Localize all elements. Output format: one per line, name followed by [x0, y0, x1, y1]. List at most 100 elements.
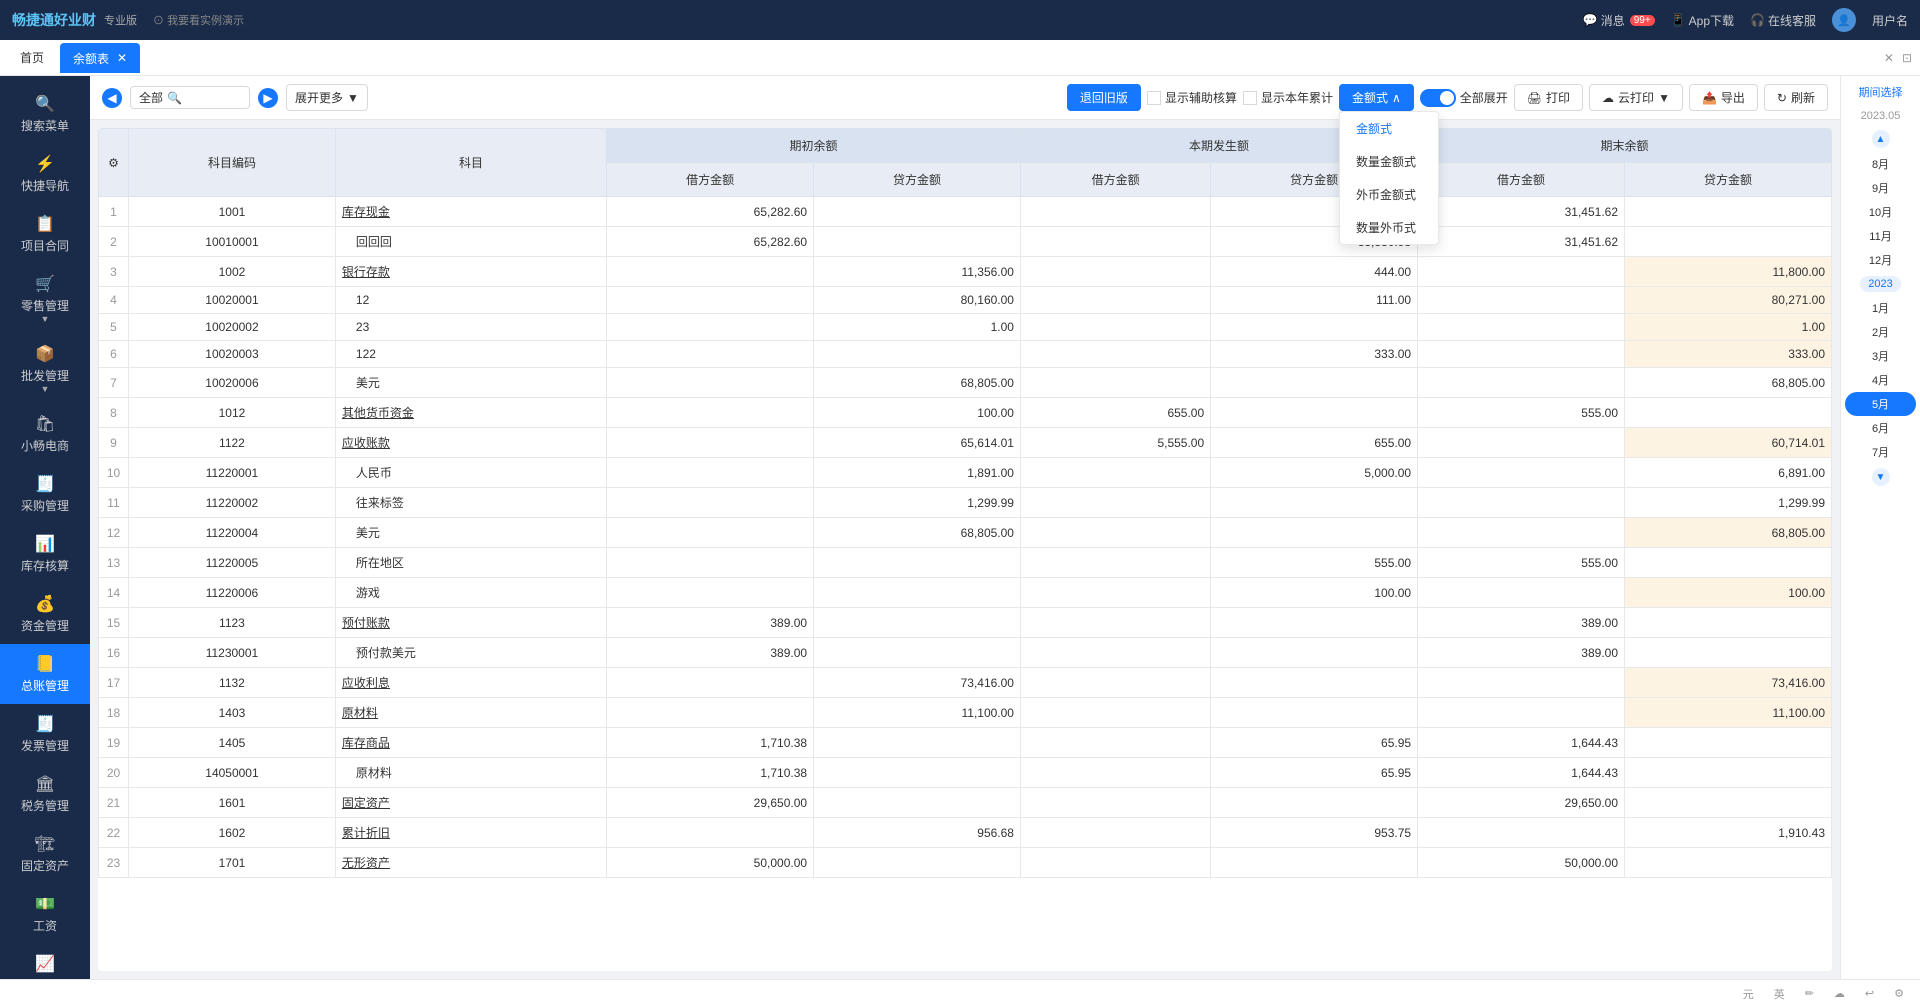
- row-name[interactable]: 库存现金: [335, 197, 606, 227]
- show-ytd-checkbox[interactable]: [1243, 91, 1257, 105]
- view-mode-item-1[interactable]: 数量金额式: [1340, 145, 1438, 178]
- view-mode-item-2[interactable]: 外币金额式: [1340, 178, 1438, 211]
- row-op-credit: [814, 728, 1021, 758]
- month-item-8[interactable]: 8月: [1845, 152, 1916, 176]
- month-item-12[interactable]: 12月: [1845, 248, 1916, 272]
- sidebar-item-fixed-assets[interactable]: 🏗 固定资产: [0, 824, 90, 884]
- row-cl-debit: 555.00: [1418, 398, 1625, 428]
- row-name[interactable]: 银行存款: [335, 257, 606, 287]
- tab-balance-sheet[interactable]: 余额表 ✕: [60, 43, 140, 73]
- tab-close-icon[interactable]: ✕: [117, 51, 127, 65]
- user-avatar[interactable]: 👤: [1832, 8, 1856, 32]
- sidebar-item-operations[interactable]: 📈 经营管理: [0, 944, 90, 979]
- month-item-10[interactable]: 10月: [1845, 200, 1916, 224]
- month-item-7[interactable]: 7月: [1845, 440, 1916, 464]
- collapse-down-btn[interactable]: ▼: [1872, 468, 1890, 486]
- row-name[interactable]: 原材料: [335, 698, 606, 728]
- row-name[interactable]: 应收账款: [335, 428, 606, 458]
- month-item-3[interactable]: 3月: [1845, 344, 1916, 368]
- month-item-11[interactable]: 11月: [1845, 224, 1916, 248]
- content-area: ◀ 全部 🔍 ▶ 展开更多 ▼ 退回旧版 显示辅助核算 显示本年累计: [90, 76, 1840, 979]
- nav-right-arrow[interactable]: ▶: [258, 88, 278, 108]
- collapse-up-btn[interactable]: ▲: [1872, 130, 1890, 148]
- month-item-2[interactable]: 2月: [1845, 320, 1916, 344]
- export-btn[interactable]: 📤 导出: [1689, 84, 1758, 111]
- tab-bar-close-icon[interactable]: ✕: [1884, 51, 1894, 65]
- sidebar-item-invoice[interactable]: 🧾 发票管理: [0, 704, 90, 764]
- row-name[interactable]: 库存商品: [335, 728, 606, 758]
- row-name: 游戏: [335, 578, 606, 608]
- print-btn[interactable]: 🖨 打印: [1514, 84, 1583, 111]
- row-number: 17: [99, 668, 129, 698]
- sidebar-item-ledger[interactable]: 📒 总账管理: [0, 644, 90, 704]
- table-row: 210010001回回回65,282.6033,830.9831,451.62: [99, 227, 1832, 257]
- refresh-btn[interactable]: ↻ 刷新: [1764, 84, 1828, 111]
- row-cl-debit: [1418, 578, 1625, 608]
- sidebar-item-fixed-assets-label: 固定资产: [0, 857, 90, 874]
- demo-link[interactable]: ⊙ 我要看实例演示: [153, 12, 244, 28]
- bottom-cloud-icon[interactable]: ☁: [1830, 985, 1849, 1002]
- sidebar-item-ledger-label: 总账管理: [0, 677, 90, 694]
- row-name[interactable]: 应收利息: [335, 668, 606, 698]
- view-mode-btn[interactable]: 金额式 ∧: [1339, 84, 1414, 111]
- tab-bar-expand-icon[interactable]: ⊡: [1902, 51, 1912, 65]
- row-code: 10020002: [129, 314, 336, 341]
- bottom-return-icon[interactable]: ↩: [1861, 985, 1878, 1002]
- sidebar-item-project[interactable]: 📋 项目合同: [0, 204, 90, 264]
- expand-more-btn[interactable]: 展开更多 ▼: [286, 84, 368, 111]
- row-name[interactable]: 预付账款: [335, 608, 606, 638]
- row-p-credit: 555.00: [1211, 548, 1418, 578]
- sidebar-item-retail[interactable]: 🛒 零售管理 ▼: [0, 264, 90, 334]
- message-btn[interactable]: 💬 消息 99+: [1583, 12, 1655, 29]
- row-p-debit: [1020, 518, 1210, 548]
- row-cl-credit: 100.00: [1625, 578, 1832, 608]
- bottom-en-icon[interactable]: 英: [1770, 984, 1789, 1004]
- nav-left-arrow[interactable]: ◀: [102, 88, 122, 108]
- cloud-print-btn[interactable]: ☁ 云打印 ▼: [1589, 84, 1683, 111]
- bottom-yuan-icon[interactable]: 元: [1739, 984, 1758, 1004]
- row-p-debit: [1020, 728, 1210, 758]
- sidebar-item-finance[interactable]: 💰 资金管理: [0, 584, 90, 644]
- row-name[interactable]: 固定资产: [335, 788, 606, 818]
- bottom-settings-icon[interactable]: ⚙: [1890, 985, 1908, 1002]
- month-item-9[interactable]: 9月: [1845, 176, 1916, 200]
- show-assist-checkbox[interactable]: [1147, 91, 1161, 105]
- bottom-edit-icon[interactable]: ✏: [1801, 985, 1818, 1002]
- app-download-btn[interactable]: 📱 App下载: [1671, 12, 1734, 29]
- row-name[interactable]: 其他货币资金: [335, 398, 606, 428]
- sidebar-item-quick-nav[interactable]: ⚡ 快捷导航: [0, 144, 90, 204]
- table-row: 221602累计折旧956.68953.751,910.43: [99, 818, 1832, 848]
- sidebar-item-ecommerce[interactable]: 🛍 小畅电商: [0, 404, 90, 464]
- expand-all-toggle[interactable]: [1420, 89, 1456, 107]
- sidebar-item-search[interactable]: 🔍 搜索菜单: [0, 84, 90, 144]
- row-op-credit: 11,356.00: [814, 257, 1021, 287]
- view-mode-item-0[interactable]: 金额式: [1340, 112, 1438, 145]
- row-name[interactable]: 累计折旧: [335, 818, 606, 848]
- sidebar-item-purchase[interactable]: 🧾 采购管理: [0, 464, 90, 524]
- row-name: 预付款美元: [335, 638, 606, 668]
- month-item-4[interactable]: 4月: [1845, 368, 1916, 392]
- sidebar-item-wholesale[interactable]: 📦 批发管理 ▼: [0, 334, 90, 404]
- tab-home[interactable]: 首页: [8, 43, 56, 72]
- online-service-btn[interactable]: 🎧 在线客服: [1750, 12, 1816, 29]
- row-cl-debit: [1418, 287, 1625, 314]
- sidebar-item-project-label: 项目合同: [0, 237, 90, 254]
- row-p-debit: [1020, 548, 1210, 578]
- table-settings-cell[interactable]: ⚙: [99, 129, 129, 197]
- month-item-6[interactable]: 6月: [1845, 416, 1916, 440]
- sidebar-item-payroll[interactable]: 💵 工资: [0, 884, 90, 944]
- row-code: 10010001: [129, 227, 336, 257]
- back-old-version-btn[interactable]: 退回旧版: [1067, 84, 1141, 111]
- sidebar-item-quick-nav-label: 快捷导航: [0, 177, 90, 194]
- app-logo: 畅捷通好业财: [12, 10, 96, 30]
- view-mode-item-3[interactable]: 数量外币式: [1340, 211, 1438, 244]
- row-name[interactable]: 无形资产: [335, 848, 606, 878]
- month-item-1[interactable]: 1月: [1845, 296, 1916, 320]
- sidebar-item-tax[interactable]: 🏛 税务管理: [0, 764, 90, 824]
- row-p-debit: [1020, 287, 1210, 314]
- row-op-credit: [814, 548, 1021, 578]
- ledger-icon: 📒: [0, 654, 90, 674]
- sidebar-item-inventory[interactable]: 📊 库存核算: [0, 524, 90, 584]
- row-code: 1403: [129, 698, 336, 728]
- month-item-5[interactable]: 5月: [1845, 392, 1916, 416]
